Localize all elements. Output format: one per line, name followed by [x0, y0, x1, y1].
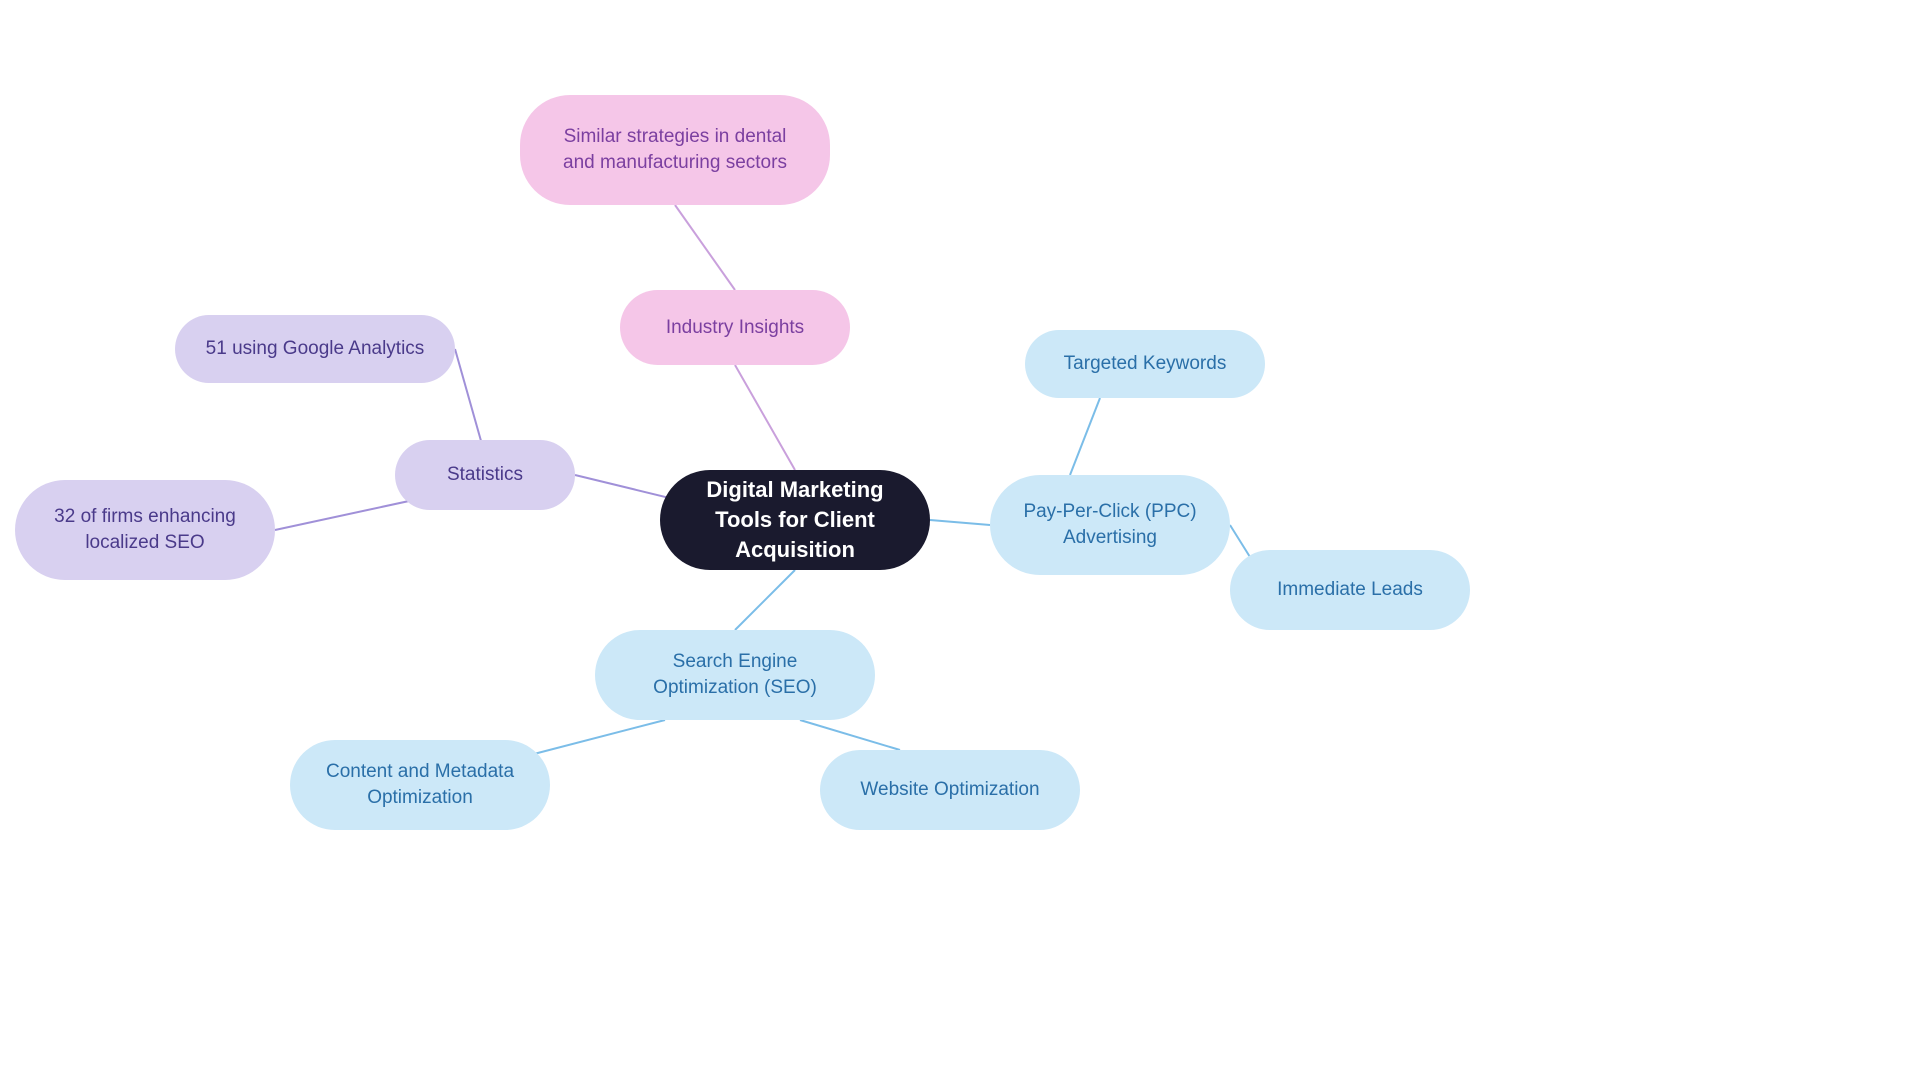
- google-analytics-label: 51 using Google Analytics: [206, 336, 425, 362]
- ppc-label: Pay-Per-Click (PPC) Advertising: [1018, 499, 1202, 550]
- seo-label: Search Engine Optimization (SEO): [623, 649, 847, 700]
- targeted-keywords-node: Targeted Keywords: [1025, 330, 1265, 398]
- immediate-leads-node: Immediate Leads: [1230, 550, 1470, 630]
- statistics-label: Statistics: [447, 462, 523, 488]
- localized-seo-label: 32 of firms enhancing localized SEO: [43, 504, 247, 555]
- statistics-node: Statistics: [395, 440, 575, 510]
- website-opt-label: Website Optimization: [860, 777, 1039, 803]
- similar-strategies-label: Similar strategies in dental and manufac…: [548, 124, 802, 175]
- localized-seo-node: 32 of firms enhancing localized SEO: [15, 480, 275, 580]
- center-node: Digital Marketing Tools for Client Acqui…: [660, 470, 930, 570]
- similar-strategies-node: Similar strategies in dental and manufac…: [520, 95, 830, 205]
- google-analytics-node: 51 using Google Analytics: [175, 315, 455, 383]
- ppc-node: Pay-Per-Click (PPC) Advertising: [990, 475, 1230, 575]
- website-opt-node: Website Optimization: [820, 750, 1080, 830]
- content-metadata-label: Content and Metadata Optimization: [318, 759, 522, 810]
- content-metadata-node: Content and Metadata Optimization: [290, 740, 550, 830]
- immediate-leads-label: Immediate Leads: [1277, 577, 1423, 603]
- industry-insights-node: Industry Insights: [620, 290, 850, 365]
- center-label: Digital Marketing Tools for Client Acqui…: [688, 475, 902, 564]
- seo-node: Search Engine Optimization (SEO): [595, 630, 875, 720]
- industry-insights-label: Industry Insights: [666, 315, 804, 341]
- targeted-keywords-label: Targeted Keywords: [1064, 351, 1227, 377]
